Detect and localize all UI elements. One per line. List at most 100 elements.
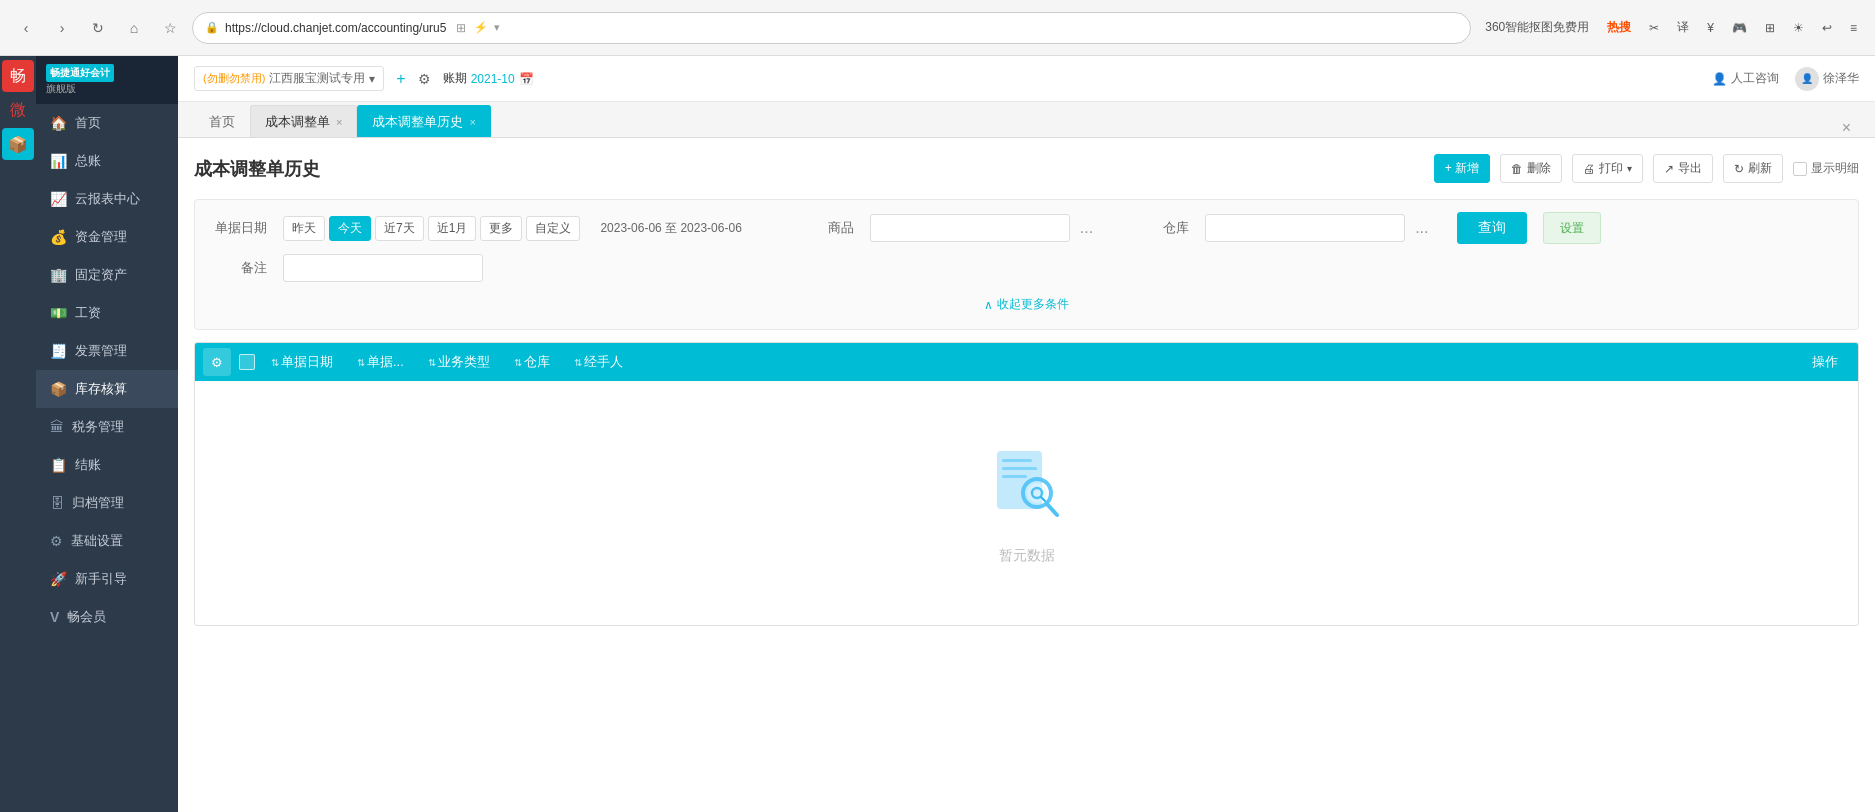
manage-icon[interactable]: ⚙ <box>418 71 431 87</box>
warehouse-dots[interactable]: ... <box>1411 219 1432 237</box>
sidebar-item-invoices[interactable]: 🧾 发票管理 <box>36 332 178 370</box>
col-header-handler[interactable]: ⇅ 经手人 <box>566 353 631 371</box>
game-icon[interactable]: 🎮 <box>1726 19 1753 37</box>
query-button[interactable]: 查询 <box>1457 212 1527 244</box>
export-icon: ↗ <box>1664 162 1674 176</box>
period-label: 账期 <box>443 70 467 87</box>
sidebar-item-member[interactable]: V 畅会员 <box>36 598 178 636</box>
refresh-label: 刷新 <box>1748 160 1772 177</box>
user-info[interactable]: 👤 徐泽华 <box>1795 67 1859 91</box>
table-select-all[interactable] <box>239 354 255 370</box>
date-btn-last1m[interactable]: 近1月 <box>428 216 477 241</box>
sidebar-item-fixed-assets[interactable]: 🏢 固定资产 <box>36 256 178 294</box>
service-btn[interactable]: 👤 人工咨询 <box>1712 70 1779 87</box>
company-selector[interactable]: (勿删勿禁用) 江西服宝测试专用 ▾ <box>194 66 384 91</box>
wallet-icon[interactable]: ¥ <box>1701 19 1720 37</box>
sidebar-item-inventory[interactable]: 📦 库存核算 <box>36 370 178 408</box>
sidebar-header[interactable]: 畅捷通好会计 旗舰版 <box>36 56 178 104</box>
sidebar-item-tax[interactable]: 🏛 税务管理 <box>36 408 178 446</box>
search-tool[interactable]: 360智能抠图免费用 <box>1479 17 1595 38</box>
date-btn-last7[interactable]: 近7天 <box>375 216 424 241</box>
app-wrapper: 畅 微 📦 畅捷通好会计 旗舰版 🏠 首页 📊 总账 📈 云报表中心 💰 资金管… <box>0 56 1875 812</box>
date-btn-yesterday[interactable]: 昨天 <box>283 216 325 241</box>
grid-icon[interactable]: ⊞ <box>1759 19 1781 37</box>
sidebar-item-reports[interactable]: 📈 云报表中心 <box>36 180 178 218</box>
company-expand-icon: ▾ <box>369 72 375 86</box>
delete-label: 删除 <box>1527 160 1551 177</box>
sidebar-item-archive[interactable]: 🗄 归档管理 <box>36 484 178 522</box>
tab-home[interactable]: 首页 <box>194 105 250 137</box>
col-header-number[interactable]: ⇅ 单据... <box>349 353 412 371</box>
more-icon[interactable]: ≡ <box>1844 19 1863 37</box>
date-btn-custom[interactable]: 自定义 <box>526 216 580 241</box>
user-name: 徐泽华 <box>1823 70 1859 87</box>
export-button[interactable]: ↗ 导出 <box>1653 154 1713 183</box>
tab-cost-adj-history[interactable]: 成本调整单历史 × <box>357 105 490 137</box>
icon-sidebar: 畅 微 📦 <box>0 56 36 812</box>
col-warehouse-label: 仓库 <box>524 353 550 371</box>
goods-dots[interactable]: ... <box>1076 219 1097 237</box>
bookmark-button[interactable]: ☆ <box>156 14 184 42</box>
sidebar-item-salary[interactable]: 💵 工资 <box>36 294 178 332</box>
tab-cost-adj-history-close[interactable]: × <box>469 116 475 128</box>
guide-nav-label: 新手引导 <box>75 570 127 588</box>
tab-cost-adj[interactable]: 成本调整单 × <box>250 105 357 137</box>
sidebar-item-guide[interactable]: 🚀 新手引导 <box>36 560 178 598</box>
goods-filter-label: 商品 <box>798 219 854 237</box>
fixed-assets-nav-label: 固定资产 <box>75 266 127 284</box>
sidebar-item-closing[interactable]: 📋 结账 <box>36 446 178 484</box>
col-sort-icon5: ⇅ <box>574 357 582 368</box>
display-toggle[interactable]: 显示明细 <box>1793 160 1859 177</box>
table-settings-btn[interactable]: ⚙ <box>203 348 231 376</box>
tab-home-label: 首页 <box>209 113 235 131</box>
date-btn-today[interactable]: 今天 <box>329 216 371 241</box>
lightning-icon: ⚡ <box>474 21 488 34</box>
calendar-icon[interactable]: 📅 <box>519 72 534 86</box>
refresh-button[interactable]: ↻ 刷新 <box>1723 154 1783 183</box>
goods-select-box[interactable] <box>870 214 1070 242</box>
warehouse-select-box[interactable] <box>1205 214 1405 242</box>
col-header-type[interactable]: ⇅ 业务类型 <box>420 353 498 371</box>
translate-icon[interactable]: 译 <box>1671 17 1695 38</box>
date-btn-more[interactable]: 更多 <box>480 216 522 241</box>
avatar-icon: 👤 <box>1801 73 1813 84</box>
company-warning: (勿删勿禁用) <box>203 71 265 86</box>
collapse-button[interactable]: ∧ 收起更多条件 <box>976 292 1077 317</box>
remark-input[interactable] <box>283 254 483 282</box>
col-type-label: 业务类型 <box>438 353 490 371</box>
page-title: 成本调整单历史 <box>194 157 320 181</box>
sidebar-item-funds[interactable]: 💰 资金管理 <box>36 218 178 256</box>
empty-illustration <box>982 441 1072 531</box>
col-header-date[interactable]: ⇅ 单据日期 <box>263 353 341 371</box>
sidebar-item-settings[interactable]: ⚙ 基础设置 <box>36 522 178 560</box>
settings-nav-label: 基础设置 <box>71 532 123 550</box>
col-header-warehouse[interactable]: ⇅ 仓库 <box>506 353 558 371</box>
new-button[interactable]: + 新增 <box>1434 154 1490 183</box>
hot-search-label[interactable]: 热搜 <box>1601 17 1637 38</box>
sidebar-item-ledger[interactable]: 📊 总账 <box>36 142 178 180</box>
icon-sidebar-active[interactable]: 📦 <box>2 128 34 160</box>
collapse-label: 收起更多条件 <box>997 296 1069 313</box>
refresh-button[interactable]: ↻ <box>84 14 112 42</box>
filter-row-remark: 备注 <box>211 254 1842 282</box>
scissors-icon[interactable]: ✂ <box>1643 19 1665 37</box>
sidebar-item-home[interactable]: 🏠 首页 <box>36 104 178 142</box>
close-all-tabs-btn[interactable]: × <box>1834 119 1859 137</box>
add-company-btn[interactable]: + <box>396 70 405 88</box>
delete-button[interactable]: 🗑 删除 <box>1500 154 1562 183</box>
closing-nav-label: 结账 <box>75 456 101 474</box>
address-bar[interactable]: 🔒 https://cloud.chanjet.com/accounting/u… <box>192 12 1471 44</box>
invoices-nav-label: 发票管理 <box>75 342 127 360</box>
forward-button[interactable]: › <box>48 14 76 42</box>
print-button[interactable]: 🖨 打印 ▾ <box>1572 154 1643 183</box>
funds-nav-icon: 💰 <box>50 229 67 245</box>
filter-settings-button[interactable]: 设置 <box>1543 212 1601 244</box>
back-button[interactable]: ‹ <box>12 14 40 42</box>
icon-sidebar-brand[interactable]: 畅 <box>2 60 34 92</box>
home-button[interactable]: ⌂ <box>120 14 148 42</box>
tab-cost-adj-close[interactable]: × <box>336 116 342 128</box>
undo-icon[interactable]: ↩ <box>1816 19 1838 37</box>
icon-sidebar-weibo[interactable]: 微 <box>2 94 34 126</box>
eye-icon[interactable]: ☀ <box>1787 19 1810 37</box>
display-toggle-checkbox[interactable] <box>1793 162 1807 176</box>
